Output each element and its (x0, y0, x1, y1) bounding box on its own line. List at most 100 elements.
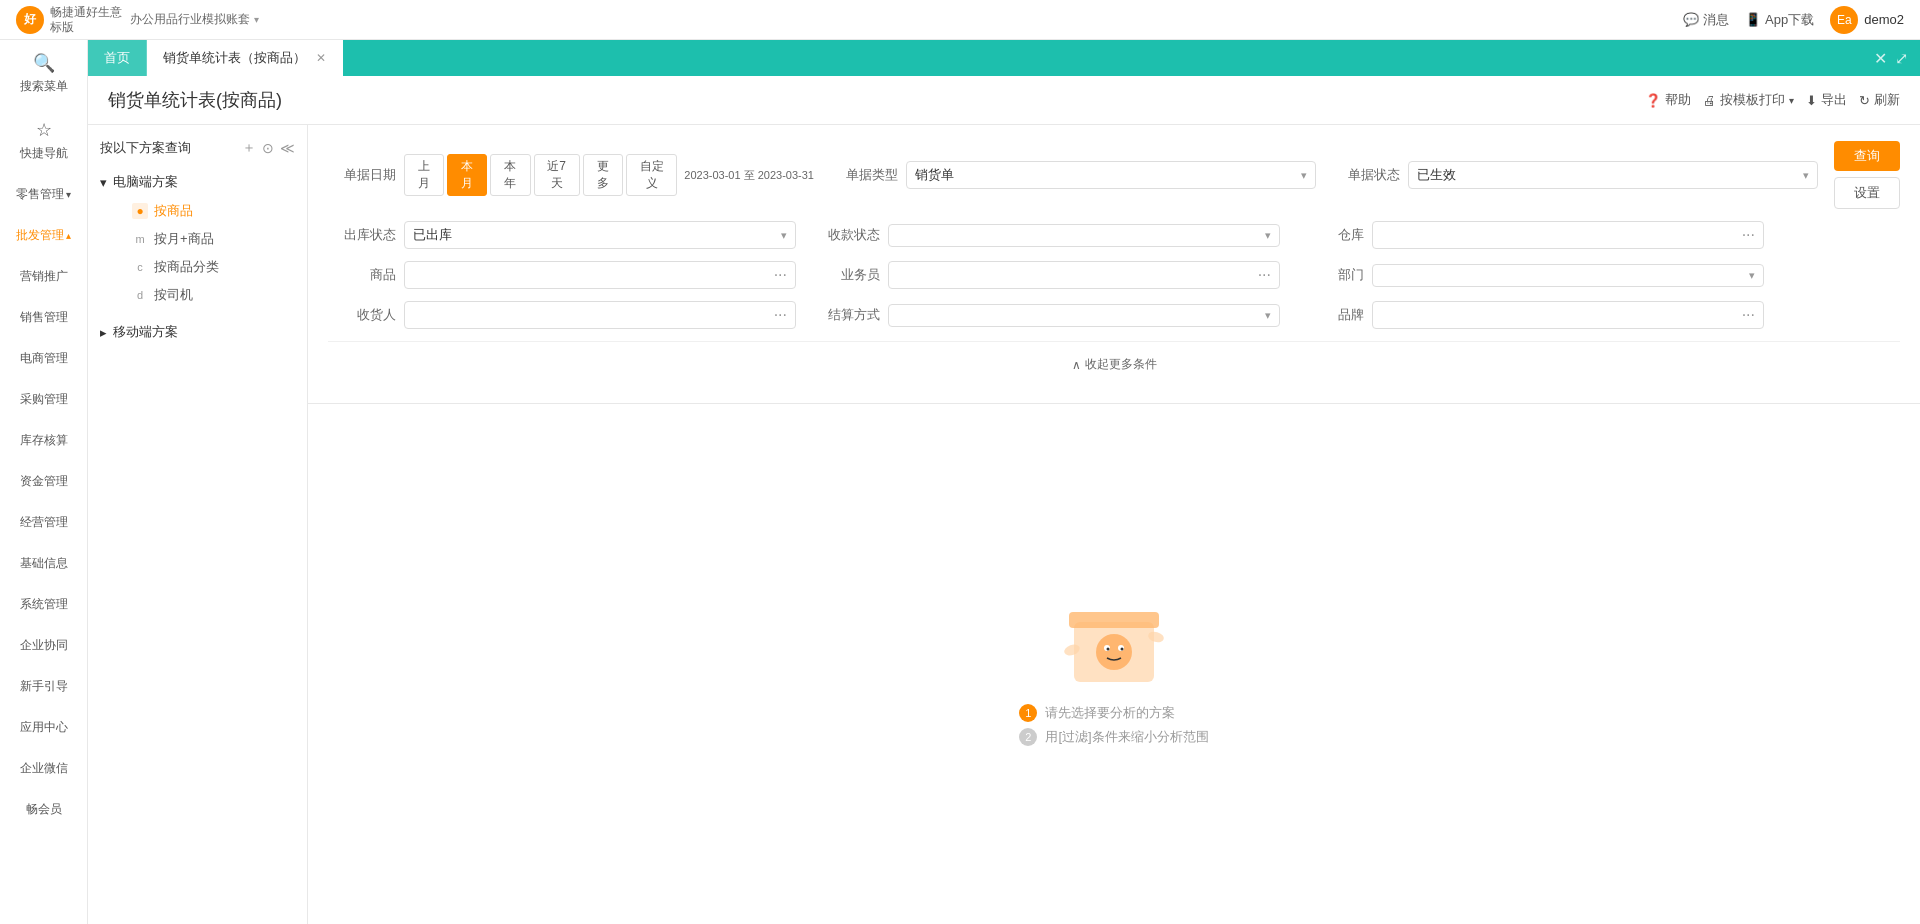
filter-row-4: 收货人 ··· 结算方式 ▾ (328, 301, 1900, 329)
sidebar: 🔍 搜索菜单 ☆ 快捷导航 零售管理 ▾ 批发管理 ▴ 营销推广 销售管理 电商… (0, 40, 88, 924)
sidebar-item-finance[interactable]: 资金管理 (0, 461, 87, 502)
scheme-item-by-month-goods[interactable]: m 按月+商品 (108, 225, 307, 253)
svg-point-2 (1096, 634, 1132, 670)
scheme-group-mobile-title[interactable]: ▸ 移动端方案 (88, 317, 307, 347)
scheme-edit-icon[interactable]: ⊙ (262, 140, 274, 156)
filter-row-3: 商品 ··· 业务员 ··· (328, 261, 1900, 289)
settings-btn[interactable]: 设置 (1834, 177, 1900, 209)
logo-text: 畅捷通好生意 标版 (50, 5, 122, 34)
filter-brand-input[interactable]: ··· (1372, 301, 1764, 329)
message-btn[interactable]: 💬 消息 (1683, 11, 1729, 29)
sidebar-item-quick-nav[interactable]: ☆ 快捷导航 (0, 107, 87, 174)
date-btn-this-year[interactable]: 本年 (490, 154, 530, 196)
scheme-group-mobile-arrow: ▸ (100, 325, 107, 340)
filter-goods-item: 商品 ··· (328, 261, 796, 289)
sidebar-item-wechat[interactable]: 企业微信 (0, 748, 87, 789)
empty-hint-2: 2 用[过滤]条件来缩小分析范围 (1019, 728, 1208, 746)
scheme-add-icon[interactable]: ＋ (242, 139, 256, 157)
filter-warehouse-input[interactable]: ··· (1372, 221, 1764, 249)
main-split: 按以下方案查询 ＋ ⊙ ≪ ▾ 电脑端方案 (88, 125, 1920, 924)
filter-status-select[interactable]: 已生效 ▾ (1408, 161, 1818, 189)
sidebar-item-marketing[interactable]: 营销推广 (0, 256, 87, 297)
sidebar-item-system[interactable]: 系统管理 (0, 584, 87, 625)
tab-close-all-icon[interactable]: ✕ (1874, 49, 1887, 68)
date-btn-custom[interactable]: 自定义 (626, 154, 677, 196)
query-buttons: 查询 设置 (1834, 141, 1900, 209)
filter-settlement-label: 结算方式 (812, 306, 880, 324)
filter-collect-status-select[interactable]: ▾ (888, 224, 1280, 247)
filter-salesman-input[interactable]: ··· (888, 261, 1280, 289)
sidebar-item-corp[interactable]: 企业协同 (0, 625, 87, 666)
sidebar-item-newbie[interactable]: 新手引导 (0, 666, 87, 707)
main-layout: 🔍 搜索菜单 ☆ 快捷导航 零售管理 ▾ 批发管理 ▴ 营销推广 销售管理 电商… (0, 40, 1920, 924)
brand-dots: ··· (1742, 306, 1755, 324)
collapse-arrow-icon: ∧ (1072, 358, 1081, 372)
tab-sales-stat[interactable]: 销货单统计表（按商品） ✕ (147, 40, 343, 76)
filter-type-select[interactable]: 销货单 ▾ (906, 161, 1316, 189)
tab-home[interactable]: 首页 (88, 40, 147, 76)
sidebar-item-retail[interactable]: 零售管理 ▾ (0, 174, 87, 215)
scheme-item-by-goods[interactable]: ● 按商品 (108, 197, 307, 225)
sidebar-item-ecommerce[interactable]: 电商管理 (0, 338, 87, 379)
date-range-text: 2023-03-01 至 2023-03-31 (684, 168, 814, 183)
filter-goods-input[interactable]: ··· (404, 261, 796, 289)
header-left: 好 畅捷通好生意 标版 办公用品行业模拟账套 ▾ (16, 5, 259, 34)
user-name: demo2 (1864, 12, 1904, 27)
tab-restore-icon[interactable]: ⤢ (1895, 49, 1908, 68)
refresh-btn[interactable]: ↻ 刷新 (1859, 91, 1900, 109)
sidebar-item-stock[interactable]: 库存核算 (0, 420, 87, 461)
page-content: 销货单统计表(按商品) ❓ 帮助 🖨 按模板打印 ▾ ⬇ 导出 (88, 76, 1920, 924)
sidebar-item-wholesale[interactable]: 批发管理 ▴ (0, 215, 87, 256)
svg-rect-1 (1069, 612, 1159, 628)
collapse-row: ∧ 收起更多条件 (328, 341, 1900, 387)
empty-state: 1 请先选择要分析的方案 2 用[过滤]条件来缩小分析范围 (308, 404, 1920, 924)
filter-out-status-item: 出库状态 已出库 ▾ (328, 221, 796, 249)
filter-collect-status-item: 收款状态 ▾ (812, 224, 1280, 247)
breadcrumb[interactable]: 办公用品行业模拟账套 ▾ (130, 11, 259, 28)
filter-receiver-input[interactable]: ··· (404, 301, 796, 329)
filter-out-status-label: 出库状态 (328, 226, 396, 244)
help-btn[interactable]: ❓ 帮助 (1645, 91, 1691, 109)
hint-num-1: 1 (1019, 704, 1037, 722)
breadcrumb-arrow: ▾ (254, 14, 259, 25)
sidebar-item-app-center[interactable]: 应用中心 (0, 707, 87, 748)
date-btn-7days[interactable]: 近7天 (534, 154, 580, 196)
app-download-btn[interactable]: 📱 App下载 (1745, 11, 1814, 29)
tab-bar: 首页 销货单统计表（按商品） ✕ ✕ ⤢ (88, 40, 1920, 76)
sidebar-item-member[interactable]: 畅会员 (0, 789, 87, 830)
date-btn-this-month[interactable]: 本月 (447, 154, 487, 196)
scheme-group-pc-title[interactable]: ▾ 电脑端方案 (88, 167, 307, 197)
scheme-collapse-icon[interactable]: ≪ (280, 140, 295, 156)
collect-status-arrow: ▾ (1265, 229, 1271, 242)
sidebar-item-search[interactable]: 🔍 搜索菜单 (0, 40, 87, 107)
settlement-arrow: ▾ (1265, 309, 1271, 322)
svg-point-6 (1121, 648, 1124, 651)
collapse-btn[interactable]: ∧ 收起更多条件 (1064, 348, 1165, 381)
scheme-item-by-cashier[interactable]: d 按司机 (108, 281, 307, 309)
filter-row-2: 出库状态 已出库 ▾ 收款状态 ▾ (328, 221, 1900, 249)
filter-dept-select[interactable]: ▾ (1372, 264, 1764, 287)
filter-out-status-select[interactable]: 已出库 ▾ (404, 221, 796, 249)
salesman-dots: ··· (1258, 266, 1271, 284)
print-btn[interactable]: 🖨 按模板打印 ▾ (1703, 91, 1794, 109)
date-btn-more[interactable]: 更多 (583, 154, 623, 196)
sidebar-item-operation[interactable]: 经营管理 (0, 502, 87, 543)
empty-svg (1054, 582, 1174, 692)
print-dropdown-arrow: ▾ (1789, 95, 1794, 106)
filter-settlement-select[interactable]: ▾ (888, 304, 1280, 327)
query-btn[interactable]: 查询 (1834, 141, 1900, 171)
user-profile[interactable]: Ea demo2 (1830, 6, 1904, 34)
filter-dept-label: 部门 (1296, 266, 1364, 284)
filter-salesman-label: 业务员 (812, 266, 880, 284)
filter-dept-item: 部门 ▾ (1296, 264, 1764, 287)
print-icon: 🖨 (1703, 93, 1716, 108)
sidebar-item-basic[interactable]: 基础信息 (0, 543, 87, 584)
sidebar-item-purchase[interactable]: 采购管理 (0, 379, 87, 420)
header-right: 💬 消息 📱 App下载 Ea demo2 (1683, 6, 1904, 34)
scheme-item-cashier-icon: d (132, 287, 148, 303)
date-btn-last-month[interactable]: 上月 (404, 154, 444, 196)
scheme-item-by-category[interactable]: c 按商品分类 (108, 253, 307, 281)
tab-close-btn[interactable]: ✕ (316, 51, 326, 65)
sidebar-item-sales[interactable]: 销售管理 (0, 297, 87, 338)
export-btn[interactable]: ⬇ 导出 (1806, 91, 1847, 109)
